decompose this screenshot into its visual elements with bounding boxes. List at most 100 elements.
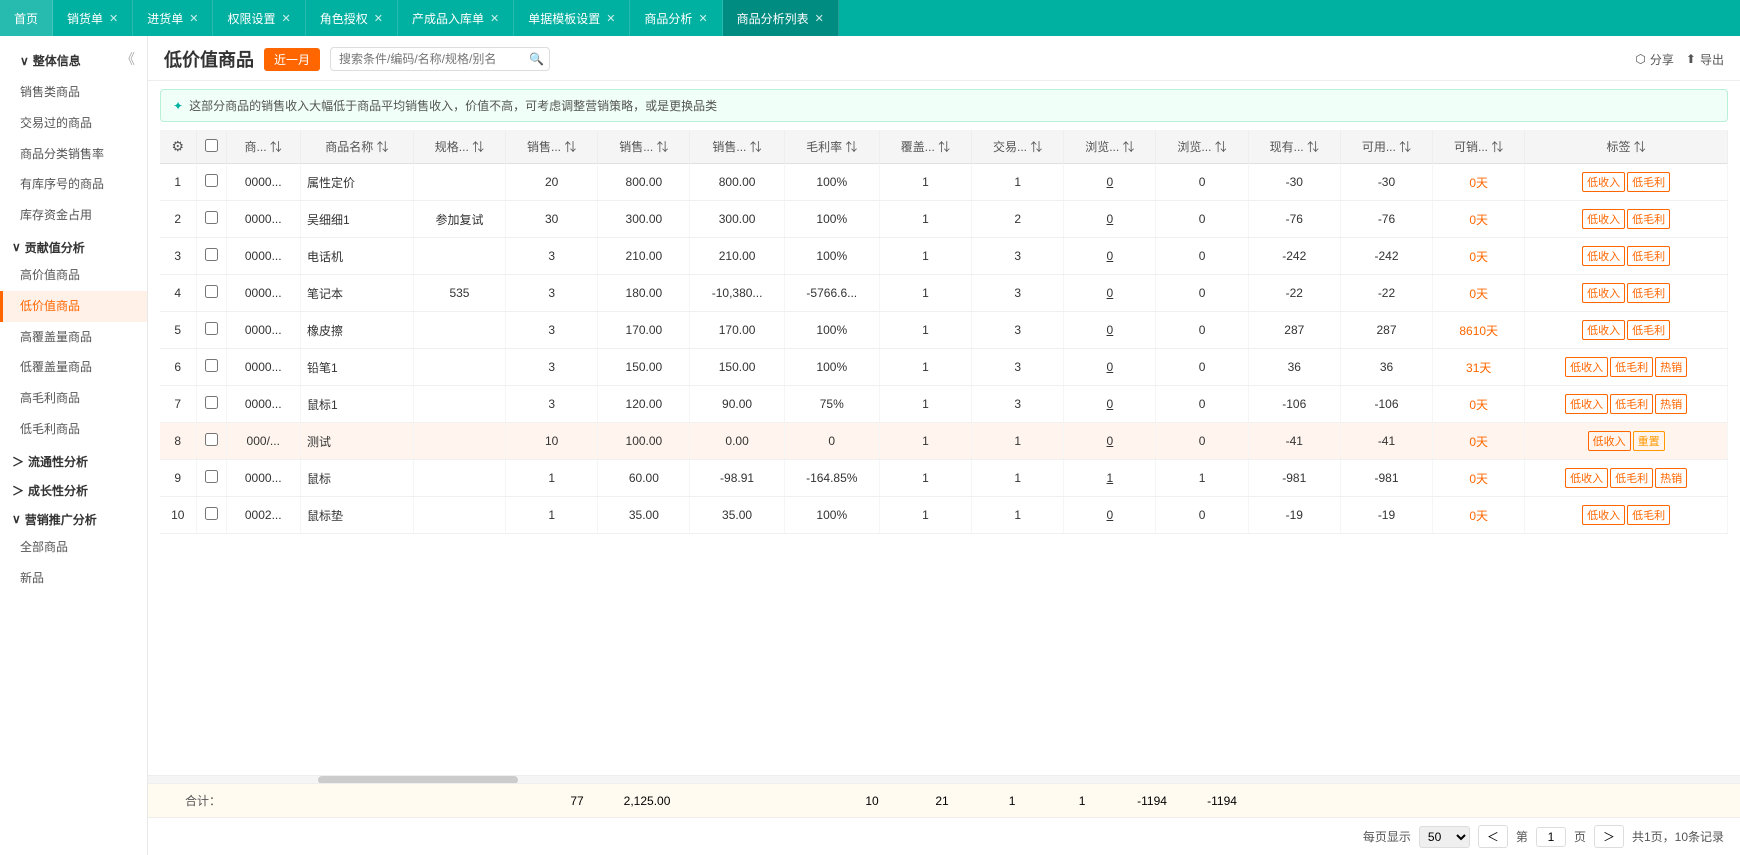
horizontal-scrollbar[interactable] (148, 775, 1740, 783)
th-spec[interactable]: 规格... ⇅ (413, 130, 505, 164)
search-input[interactable] (330, 47, 550, 71)
th-available[interactable]: 可用... ⇅ (1340, 130, 1432, 164)
th-coverage[interactable]: 覆盖... ⇅ (879, 130, 971, 164)
sidebar-item-high-margin[interactable]: 高毛利商品 (0, 383, 147, 414)
export-btn[interactable]: ⬆ 导出 (1686, 51, 1724, 68)
page-number-input[interactable] (1536, 827, 1566, 847)
row-checkbox[interactable] (205, 359, 218, 372)
available-stock: -30 (1340, 164, 1432, 201)
browse-link[interactable]: 0 (1107, 508, 1114, 522)
row-checkbox[interactable] (205, 248, 218, 261)
page-size-select[interactable]: 50 100 200 (1419, 826, 1470, 848)
close-icon[interactable]: ✕ (606, 12, 615, 25)
saleable-days: 0天 (1433, 275, 1525, 312)
select-all-checkbox[interactable] (205, 139, 218, 152)
row-checkbox[interactable] (205, 285, 218, 298)
row-checkbox[interactable] (205, 507, 218, 520)
export-icon: ⬆ (1686, 52, 1696, 66)
th-tags[interactable]: 标签 ⇅ (1525, 130, 1728, 164)
sidebar-item-category-sales-rate[interactable]: 商品分类销售率 (0, 139, 147, 170)
sidebar-item-low-value[interactable]: 低价值商品 (0, 291, 147, 322)
browse-link[interactable]: 0 (1107, 397, 1114, 411)
th-browse1[interactable]: 浏览... ⇅ (1064, 130, 1156, 164)
row-checkbox-cell (196, 275, 226, 312)
nav-sales-order[interactable]: 销货单 ✕ (53, 0, 133, 36)
th-margin[interactable]: 毛利率 ⇅ (784, 130, 879, 164)
row-number: 1 (160, 164, 196, 201)
nav-home[interactable]: 首页 (0, 0, 53, 36)
nav-purchase-order[interactable]: 进货单 ✕ (133, 0, 213, 36)
th-sale-qty[interactable]: 销售... ⇅ (506, 130, 598, 164)
sidebar-group-circulation[interactable]: ＞ 流通性分析 (0, 445, 147, 474)
nav-product-analysis-list[interactable]: 商品分析列表 ✕ (723, 0, 839, 36)
trade: 1 (972, 460, 1064, 497)
th-browse2[interactable]: 浏览... ⇅ (1156, 130, 1248, 164)
nav-template-settings[interactable]: 单据模板设置 ✕ (514, 0, 630, 36)
row-checkbox[interactable] (205, 433, 218, 446)
sidebar-item-all-products[interactable]: 全部商品 (0, 532, 147, 563)
close-icon[interactable]: ✕ (109, 12, 118, 25)
nav-product-storage[interactable]: 产成品入库单 ✕ (398, 0, 514, 36)
next-page-btn[interactable]: ＞ (1594, 825, 1624, 848)
sidebar-item-sales-products[interactable]: 销售类商品 (0, 77, 147, 108)
margin-rate: -5766.6... (784, 275, 879, 312)
sidebar-item-traded-products[interactable]: 交易过的商品 (0, 108, 147, 139)
sidebar-item-low-coverage[interactable]: 低覆盖量商品 (0, 352, 147, 383)
close-icon[interactable]: ✕ (698, 12, 707, 25)
row-checkbox[interactable] (205, 396, 218, 409)
filter-recent-btn[interactable]: 近一月 (264, 48, 320, 71)
table-row: 10 0002... 鼠标垫 1 35.00 35.00 100% 1 1 0 … (160, 497, 1728, 534)
sidebar-group-growth[interactable]: ＞ 成长性分析 (0, 474, 147, 503)
sidebar-item-high-value[interactable]: 高价值商品 (0, 260, 147, 291)
table-row: 3 0000... 电话机 3 210.00 210.00 100% 1 3 0… (160, 238, 1728, 275)
sidebar-item-high-coverage[interactable]: 高覆盖量商品 (0, 322, 147, 353)
browse-link[interactable]: 0 (1107, 249, 1114, 263)
sidebar-item-inventory-capital[interactable]: 库存资金占用 (0, 200, 147, 231)
first-page-btn[interactable]: ＜ (1478, 825, 1508, 848)
th-sale-amount[interactable]: 销售... ⇅ (598, 130, 690, 164)
th-settings[interactable]: ⚙ (160, 130, 196, 164)
sidebar-item-new-products[interactable]: 新品 (0, 563, 147, 594)
browse-link[interactable]: 0 (1107, 360, 1114, 374)
nav-permissions[interactable]: 权限设置 ✕ (213, 0, 305, 36)
product-spec (413, 386, 505, 423)
browse-count2: 0 (1156, 275, 1248, 312)
footer-current: -1194 (1117, 794, 1187, 808)
close-icon[interactable]: ✕ (374, 12, 383, 25)
product-tag: 低收入 (1582, 320, 1625, 340)
row-checkbox[interactable] (205, 470, 218, 483)
th-saleable[interactable]: 可销... ⇅ (1433, 130, 1525, 164)
close-icon[interactable]: ✕ (189, 12, 198, 25)
settings-icon[interactable]: ⚙ (171, 138, 184, 154)
nav-product-analysis[interactable]: 商品分析 ✕ (630, 0, 722, 36)
close-icon[interactable]: ✕ (490, 12, 499, 25)
current-stock: -19 (1248, 497, 1340, 534)
th-sale-other[interactable]: 销售... ⇅ (690, 130, 784, 164)
sale-qty: 1 (506, 497, 598, 534)
table-row: 8 000/... 测试 10 100.00 0.00 0 1 1 0 0 -4… (160, 423, 1728, 460)
close-icon[interactable]: ✕ (815, 12, 824, 25)
row-checkbox[interactable] (205, 322, 218, 335)
row-checkbox[interactable] (205, 211, 218, 224)
th-name[interactable]: 商品名称 ⇅ (300, 130, 413, 164)
row-checkbox-cell (196, 460, 226, 497)
browse-link[interactable]: 0 (1107, 286, 1114, 300)
browse-link[interactable]: 0 (1107, 212, 1114, 226)
browse-link[interactable]: 0 (1107, 434, 1114, 448)
product-spec (413, 423, 505, 460)
browse-link[interactable]: 1 (1107, 471, 1114, 485)
th-trade[interactable]: 交易... ⇅ (972, 130, 1064, 164)
th-code[interactable]: 商... ⇅ (226, 130, 300, 164)
browse-link[interactable]: 0 (1107, 175, 1114, 189)
share-btn[interactable]: ⬡ 分享 (1635, 51, 1674, 68)
browse-link[interactable]: 0 (1107, 323, 1114, 337)
th-current[interactable]: 现有... ⇅ (1248, 130, 1340, 164)
close-icon[interactable]: ✕ (282, 12, 291, 25)
sidebar-item-seq-products[interactable]: 有库序号的商品 (0, 169, 147, 200)
sidebar-collapse-btn[interactable]: 《 (117, 49, 139, 69)
saleable-days: 31天 (1433, 349, 1525, 386)
nav-roles[interactable]: 角色授权 ✕ (306, 0, 398, 36)
sidebar-item-low-margin[interactable]: 低毛利商品 (0, 414, 147, 445)
coverage: 1 (879, 423, 971, 460)
row-checkbox[interactable] (205, 174, 218, 187)
